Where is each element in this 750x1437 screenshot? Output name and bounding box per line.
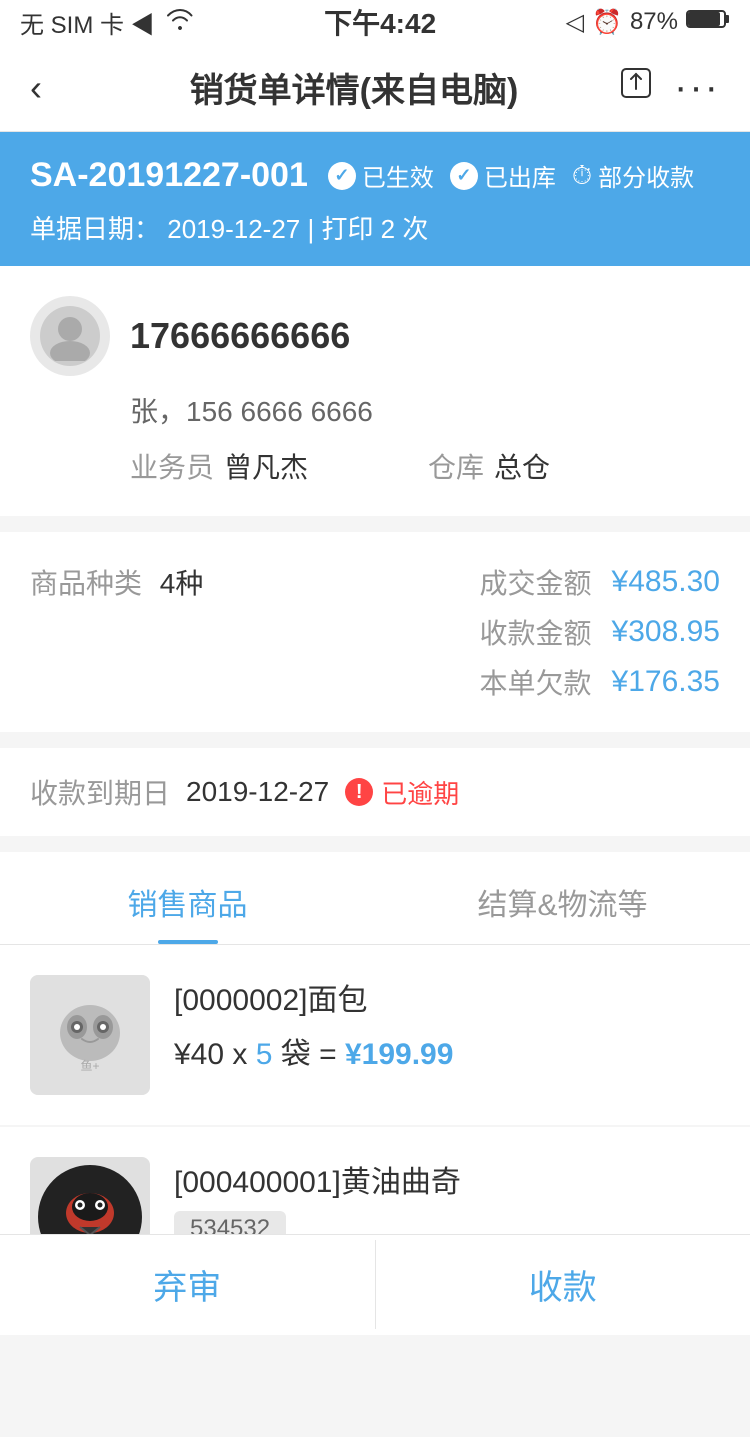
- bottom-spacer: [0, 1337, 750, 1437]
- avatar: [30, 296, 110, 376]
- summary-section: 商品种类 4种 成交金额 ¥485.30 收款金额 ¥308.95 本单欠款 ¥…: [0, 532, 750, 732]
- product-thumb-bread: 鱼+: [30, 975, 150, 1095]
- wifi-icon: [165, 8, 195, 37]
- nav-actions: ···: [618, 65, 720, 110]
- salesperson-label: 业务员: [130, 446, 214, 486]
- customer-name: 17666666666: [130, 315, 350, 357]
- status-partial: ⏱ 部分收款: [572, 158, 694, 193]
- customer-section: 17666666666 张，156 6666 6666 业务员 曾凡杰 仓库 总…: [0, 266, 750, 516]
- deal-amount-label: 成交金额: [452, 562, 592, 602]
- avatar-icon: [40, 306, 100, 366]
- product-types-row: 商品种类 4种: [30, 562, 203, 602]
- battery-level: 87%: [630, 8, 678, 36]
- page-title: 销货单详情(来自电脑): [190, 63, 519, 112]
- bread-total: ¥199.99: [345, 1038, 453, 1071]
- deal-amount-row: 成交金额 ¥485.30: [452, 562, 720, 602]
- collect-payment-button[interactable]: 收款: [376, 1240, 750, 1329]
- date-label: 单据日期：: [30, 214, 160, 244]
- battery-icon: [686, 8, 730, 37]
- status-time: 下午4:42: [324, 2, 436, 42]
- received-amount-value: ¥308.95: [612, 615, 720, 649]
- svg-text:鱼+: 鱼+: [80, 1059, 99, 1073]
- order-date: 2019-12-27: [167, 214, 300, 244]
- product-types-value: 4种: [160, 568, 204, 599]
- tabs-section: 销售商品 结算&物流等: [0, 852, 750, 945]
- warehouse-label: 仓库: [428, 446, 484, 486]
- location-icon: ◁: [566, 8, 584, 37]
- due-date-label: 收款到期日: [30, 772, 170, 812]
- bread-qty: 5: [256, 1038, 273, 1071]
- summary-left: 商品种类 4种: [30, 562, 203, 612]
- due-date-value: 2019-12-27: [186, 776, 329, 808]
- due-date-section: 收款到期日 2019-12-27 ! 已逾期: [0, 748, 750, 836]
- status-bar: 无 SIM 卡 ◀ 下午4:42 ◁ ⏰ 87%: [0, 0, 750, 44]
- overdue-badge: ! 已逾期: [345, 774, 459, 811]
- share-icon[interactable]: [618, 65, 654, 110]
- received-amount-label: 收款金额: [452, 612, 592, 652]
- order-id: SA-20191227-001: [30, 156, 308, 195]
- tab-sales-products[interactable]: 销售商品: [0, 852, 375, 944]
- bottom-bar: 弃审 收款: [0, 1234, 750, 1334]
- customer-meta: 业务员 曾凡杰 仓库 总仓: [30, 446, 720, 486]
- salesperson-value: 曾凡杰: [224, 446, 308, 486]
- sim-status: 无 SIM 卡 ◀: [20, 5, 155, 40]
- status-effective: ✓ 已生效: [328, 158, 434, 193]
- bread-price-unit: ¥40: [174, 1038, 224, 1071]
- status-left: 无 SIM 卡 ◀: [20, 5, 195, 40]
- product-types-label: 商品种类: [30, 568, 142, 599]
- warehouse-value: 总仓: [494, 446, 550, 486]
- owed-amount-label: 本单欠款: [452, 662, 592, 702]
- order-date-row: 单据日期： 2019-12-27 | 打印 2 次: [30, 209, 720, 246]
- product-name-bread: [0000002]面包: [174, 975, 720, 1019]
- products-section: 鱼+ [0000002]面包 ¥40 x 5 袋 = ¥199.99: [0, 945, 750, 1437]
- nav-bar: ‹ 销货单详情(来自电脑) ···: [0, 44, 750, 132]
- alarm-icon: ⏰: [592, 8, 622, 37]
- cancel-review-button[interactable]: 弃审: [0, 1240, 376, 1329]
- bread-unit: 袋: [281, 1038, 311, 1071]
- check-icon-2: ✓: [450, 162, 478, 190]
- summary-right: 成交金额 ¥485.30 收款金额 ¥308.95 本单欠款 ¥176.35: [452, 562, 720, 702]
- back-button[interactable]: ‹: [30, 67, 90, 109]
- product-info-bread: [0000002]面包 ¥40 x 5 袋 = ¥199.99: [174, 975, 720, 1073]
- owed-amount-row: 本单欠款 ¥176.35: [452, 662, 720, 702]
- product-price-row-bread: ¥40 x 5 袋 = ¥199.99: [174, 1029, 720, 1073]
- overdue-dot-icon: !: [345, 778, 373, 806]
- print-info: | 打印 2 次: [307, 214, 428, 244]
- customer-top: 17666666666: [30, 296, 720, 376]
- owed-amount-value: ¥176.35: [612, 665, 720, 699]
- overdue-text: 已逾期: [381, 774, 459, 811]
- status-tags: ✓ 已生效 ✓ 已出库 ⏱ 部分收款: [328, 158, 694, 193]
- order-header: SA-20191227-001 ✓ 已生效 ✓ 已出库 ⏱ 部分收款 单据日期：…: [0, 132, 750, 266]
- tab-settlement[interactable]: 结算&物流等: [375, 852, 750, 944]
- check-icon-1: ✓: [328, 162, 356, 190]
- received-amount-row: 收款金额 ¥308.95: [452, 612, 720, 652]
- order-id-row: SA-20191227-001 ✓ 已生效 ✓ 已出库 ⏱ 部分收款: [30, 156, 720, 195]
- status-right: ◁ ⏰ 87%: [566, 8, 730, 37]
- deal-amount-value: ¥485.30: [612, 565, 720, 599]
- clock-icon: ⏱: [572, 160, 592, 192]
- customer-info: 张，156 6666 6666: [30, 390, 720, 430]
- more-icon[interactable]: ···: [674, 65, 720, 110]
- status-shipped: ✓ 已出库: [450, 158, 556, 193]
- product-item-bread: 鱼+ [0000002]面包 ¥40 x 5 袋 = ¥199.99: [0, 945, 750, 1125]
- product-name-cookie: [000400001]黄油曲奇: [174, 1157, 720, 1201]
